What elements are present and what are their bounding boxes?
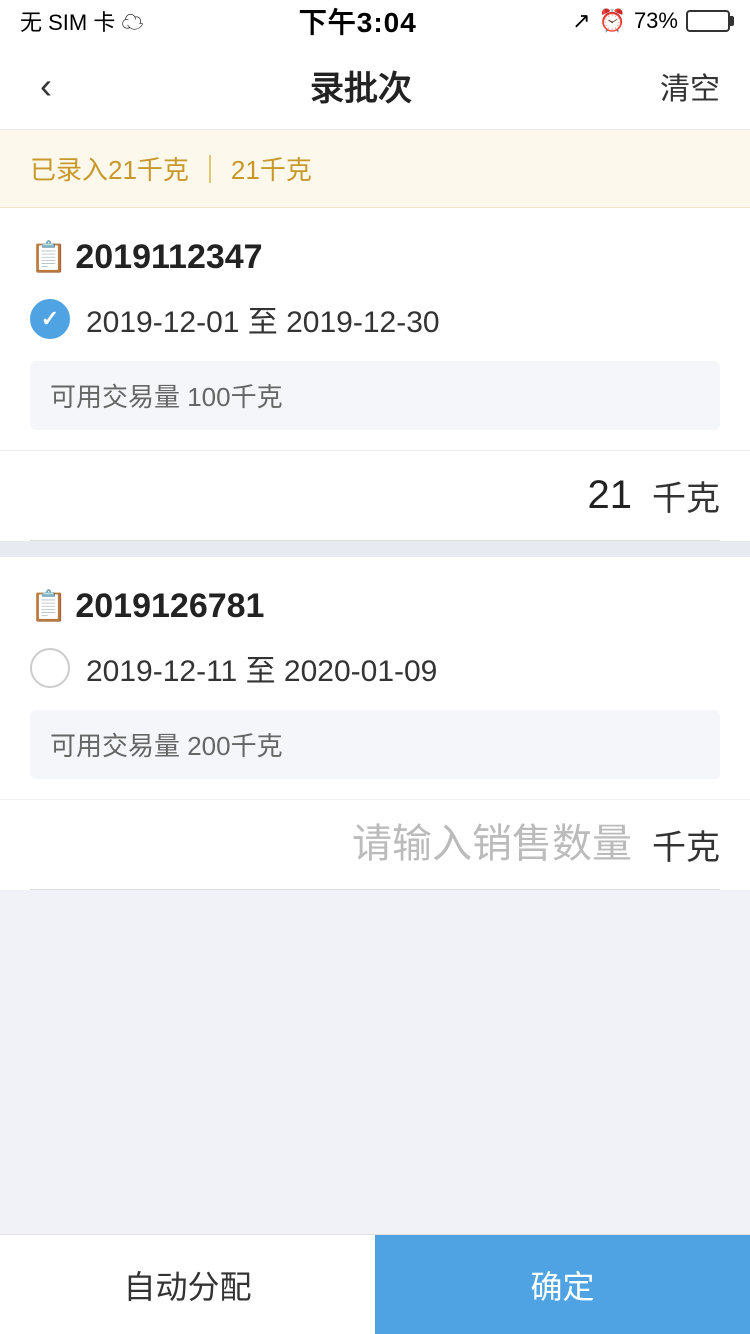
- batch-2-quantity-input[interactable]: [117, 822, 632, 867]
- batch-2-header: 📋 2019126781: [0, 557, 750, 636]
- page-title: 录批次: [310, 61, 412, 110]
- sim-label: 无 SIM 卡 ☁: [20, 5, 143, 37]
- batch-2-id: 2019126781: [75, 587, 264, 626]
- check-mark: ✓: [41, 306, 59, 332]
- status-left: 无 SIM 卡 ☁: [20, 5, 143, 37]
- info-banner: 已录入21千克 21千克: [0, 130, 750, 208]
- status-right: ↗ ⏰ 73%: [572, 8, 730, 34]
- banner-divider: [209, 155, 211, 183]
- recorded-info: 已录入21千克: [30, 150, 189, 187]
- batch-1-date: 2019-12-01 至 2019-12-30: [86, 297, 440, 341]
- bottom-spacer: [0, 890, 750, 1090]
- total-info: 21千克: [231, 150, 312, 187]
- batch-1-quantity: 21: [552, 473, 632, 518]
- batch-1-radio[interactable]: ✓: [30, 299, 70, 339]
- batch-card-2: 📋 2019126781 2019-12-11 至 2020-01-09 可用交…: [0, 557, 750, 890]
- clear-button[interactable]: 清空: [660, 64, 720, 108]
- batch-2-date: 2019-12-11 至 2020-01-09: [86, 646, 437, 690]
- battery-percent: 73%: [634, 8, 678, 34]
- battery-icon: [686, 10, 730, 32]
- batch-2-quantity-row[interactable]: 千克: [0, 799, 750, 889]
- batch-1-availability: 可用交易量 100千克: [30, 361, 720, 430]
- batch-2-date-row[interactable]: 2019-12-11 至 2020-01-09: [0, 636, 750, 700]
- location-icon: ↗: [572, 8, 590, 34]
- batch-2-unit: 千克: [652, 820, 720, 869]
- nav-bar: ‹ 录批次 清空: [0, 42, 750, 130]
- status-bar: 无 SIM 卡 ☁ 下午3:04 ↗ ⏰ 73%: [0, 0, 750, 42]
- batch-card-1: 📋 2019112347 ✓ 2019-12-01 至 2019-12-30 可…: [0, 208, 750, 541]
- batch-2-availability: 可用交易量 200千克: [30, 710, 720, 779]
- batch-2-radio[interactable]: [30, 648, 70, 688]
- batch-2-icon: 📋: [30, 589, 67, 624]
- batch-1-quantity-row: 21 千克: [0, 450, 750, 540]
- alarm-icon: ⏰: [599, 8, 626, 34]
- confirm-button[interactable]: 确定: [375, 1235, 750, 1334]
- back-button[interactable]: ‹: [30, 55, 62, 117]
- auto-distribute-button[interactable]: 自动分配: [0, 1235, 375, 1334]
- batch-1-icon: 📋: [30, 240, 67, 275]
- batch-1-id: 2019112347: [75, 238, 262, 277]
- batch-1-date-row[interactable]: ✓ 2019-12-01 至 2019-12-30: [0, 287, 750, 351]
- status-time: 下午3:04: [299, 1, 417, 41]
- bottom-bar: 自动分配 确定: [0, 1234, 750, 1334]
- batch-1-header: 📋 2019112347: [0, 208, 750, 287]
- card-divider: [0, 541, 750, 557]
- batch-1-unit: 千克: [652, 471, 720, 520]
